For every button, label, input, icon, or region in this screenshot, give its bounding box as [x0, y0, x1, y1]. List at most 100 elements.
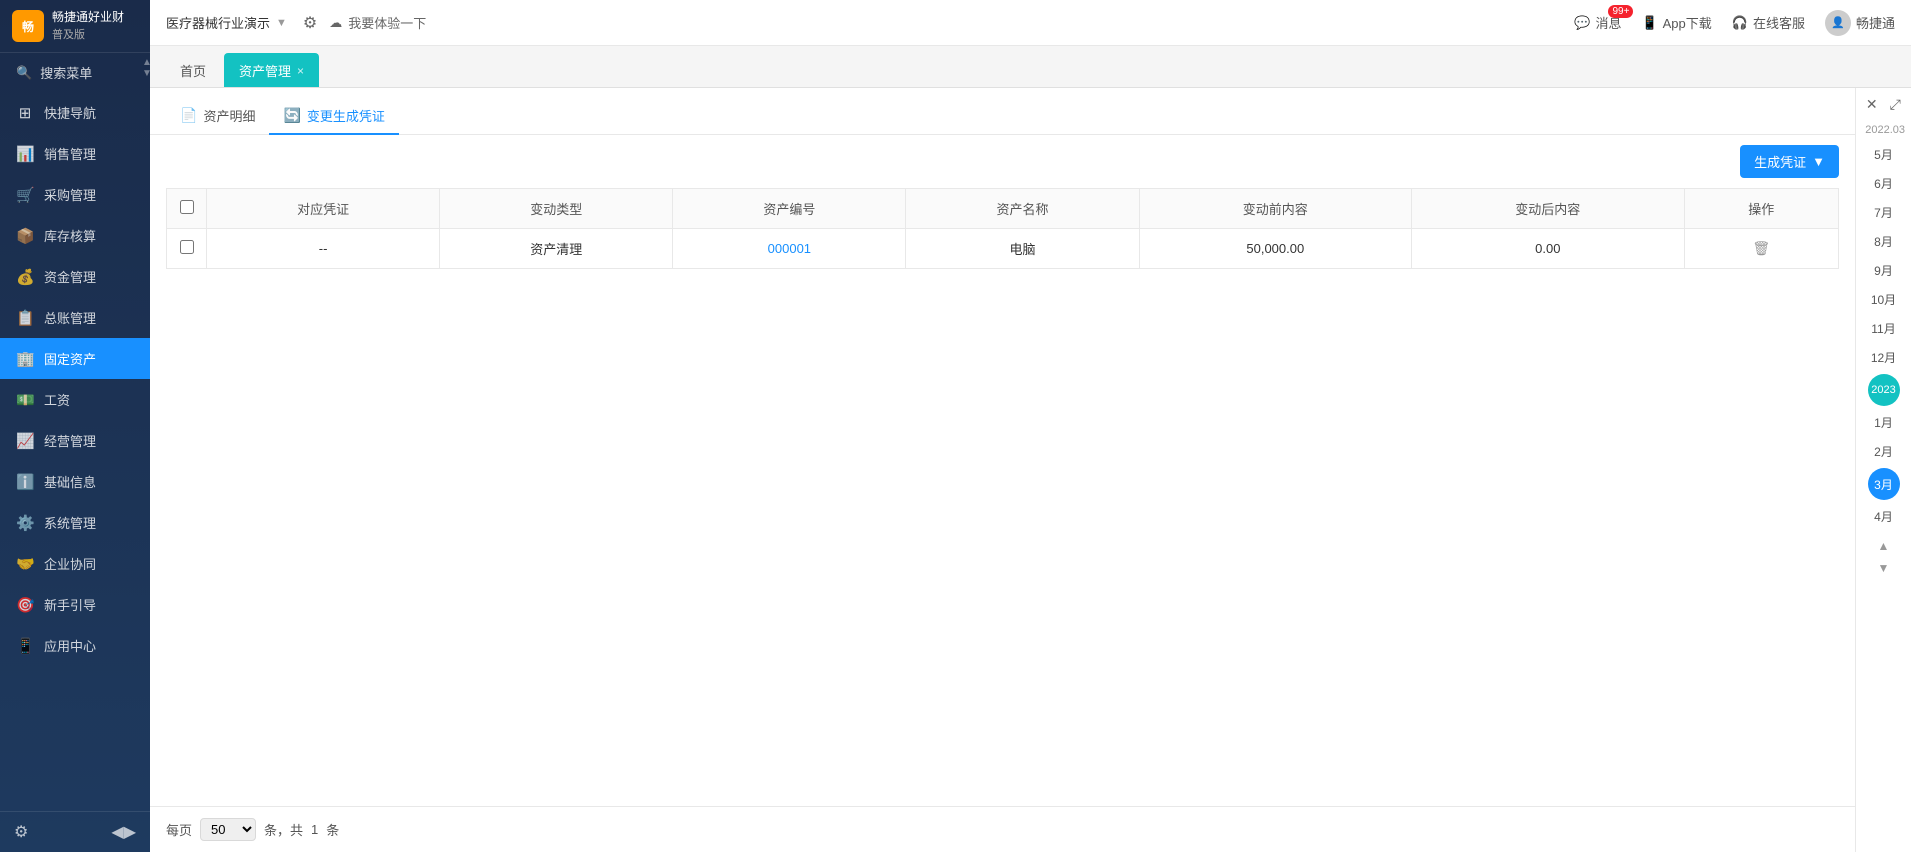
avatar-icon: 👤 — [1831, 16, 1845, 29]
sidebar-scroll-up[interactable]: ▲ — [142, 57, 152, 68]
row-after: 0.00 — [1412, 229, 1684, 269]
sidebar-bottom: ⚙ ◀▶ — [0, 811, 150, 852]
col-header-asset-code: 资产编号 — [673, 189, 906, 229]
customer-service-btn[interactable]: 🎧 在线客服 — [1732, 13, 1805, 32]
select-all-checkbox[interactable] — [180, 200, 194, 214]
month-2022-08[interactable]: 8月 — [1856, 227, 1911, 256]
per-page-label: 每页 — [166, 820, 192, 839]
col-header-voucher: 对应凭证 — [207, 189, 440, 229]
sidebar-item-payroll[interactable]: 💵 工资 — [0, 379, 150, 420]
month-2023-01[interactable]: 1月 — [1856, 408, 1911, 437]
customer-service-label: 在线客服 — [1753, 13, 1805, 32]
sidebar: 畅 畅捷通好业财 普及版 ▲ ▼ 🔍 搜索菜单 ⊞ 快捷导航 📊 销售管理 🛒 … — [0, 0, 150, 852]
tab-asset-mgmt[interactable]: 资产管理 × — [224, 53, 319, 87]
sidebar-search[interactable]: 🔍 搜索菜单 — [0, 53, 150, 92]
user-profile-btn[interactable]: 👤 畅捷通 — [1825, 10, 1895, 36]
asset-detail-icon: 📄 — [180, 107, 197, 124]
month-2022-06[interactable]: 6月 — [1856, 169, 1911, 198]
row-voucher: -- — [207, 229, 440, 269]
sidebar-item-purchase[interactable]: 🛒 采购管理 — [0, 174, 150, 215]
sidebar-scroll-down[interactable]: ▼ — [142, 68, 152, 79]
payroll-icon: 💵 — [16, 391, 34, 409]
messages-btn[interactable]: 💬 消息 99+ — [1574, 13, 1621, 32]
company-selector[interactable]: 医疗器械行业演示 ▼ — [166, 13, 287, 32]
sidebar-item-label: 固定资产 — [44, 349, 96, 368]
panel-close-button[interactable]: ✕ — [1862, 94, 1882, 114]
sidebar-item-app-center[interactable]: 📱 应用中心 — [0, 625, 150, 666]
sidebar-item-label: 销售管理 — [44, 144, 96, 163]
logo-icon: 畅 — [12, 10, 44, 42]
quick-nav-icon: ⊞ — [16, 104, 34, 122]
username: 畅捷通 — [1856, 13, 1895, 32]
month-2022-12[interactable]: 12月 — [1856, 343, 1911, 372]
sidebar-item-label: 经营管理 — [44, 431, 96, 450]
app-title: 畅捷通好业财 — [52, 10, 124, 26]
company-chevron-icon: ▼ — [276, 17, 287, 29]
sidebar-item-fixed-assets[interactable]: 🏢 固定资产 — [0, 338, 150, 379]
tab-home[interactable]: 首页 — [166, 53, 220, 87]
sidebar-nav: ⊞ 快捷导航 📊 销售管理 🛒 采购管理 📦 库存核算 💰 资金管理 📋 总账管… — [0, 92, 150, 811]
search-icon: 🔍 — [16, 65, 32, 81]
row-checkbox[interactable] — [180, 240, 194, 254]
sidebar-item-inventory[interactable]: 📦 库存核算 — [0, 215, 150, 256]
sidebar-item-system[interactable]: ⚙️ 系统管理 — [0, 502, 150, 543]
sub-tab-asset-detail-label: 资产明细 — [203, 106, 255, 125]
sidebar-item-quick-nav[interactable]: ⊞ 快捷导航 — [0, 92, 150, 133]
sub-tab-voucher-label: 变更生成凭证 — [307, 106, 385, 125]
month-2023-03[interactable]: 3月 — [1868, 468, 1900, 500]
download-icon: 📱 — [1641, 15, 1657, 31]
sidebar-item-ledger[interactable]: 📋 总账管理 — [0, 297, 150, 338]
tab-close-icon[interactable]: × — [297, 64, 304, 78]
system-icon: ⚙️ — [16, 514, 34, 532]
demo-link[interactable]: ☁ 我要体验一下 — [329, 13, 426, 32]
company-settings-icon[interactable]: ⚙ — [303, 13, 317, 33]
month-2022-10[interactable]: 10月 — [1856, 285, 1911, 314]
operations-icon: 📈 — [16, 432, 34, 450]
month-2022-07[interactable]: 7月 — [1856, 198, 1911, 227]
month-2023-02[interactable]: 2月 — [1856, 437, 1911, 466]
sidebar-item-label: 新手引导 — [44, 595, 96, 614]
data-table: 对应凭证 变动类型 资产编号 资产名称 — [166, 188, 1839, 269]
sidebar-item-fund[interactable]: 💰 资金管理 — [0, 256, 150, 297]
pagination: 每页 10 20 50 100 条，共 1 条 — [150, 806, 1855, 852]
row-change-type: 资产清理 — [440, 229, 673, 269]
sub-tabs: 📄 资产明细 🔄 变更生成凭证 — [150, 88, 1855, 135]
sidebar-item-operations[interactable]: 📈 经营管理 — [0, 420, 150, 461]
voucher-gen-icon: 🔄 — [283, 107, 300, 124]
sidebar-item-enterprise[interactable]: 🤝 企业协同 — [0, 543, 150, 584]
sidebar-item-label: 快捷导航 — [44, 103, 96, 122]
sidebar-item-label: 资金管理 — [44, 267, 96, 286]
date-panel: ✕ ⤢ 2022.03 5月 6月 7月 8月 9月 10月 11月 12月 2… — [1855, 88, 1911, 852]
col-header-change-type: 变动类型 — [440, 189, 673, 229]
home-label: 首页 — [180, 61, 206, 80]
logo-text-block: 畅捷通好业财 普及版 — [52, 10, 124, 42]
demo-icon: ☁ — [329, 15, 342, 31]
panel-scroll-down-arrow[interactable]: ▼ — [1874, 557, 1894, 579]
sidebar-item-label: 采购管理 — [44, 185, 96, 204]
sub-tab-voucher-gen[interactable]: 🔄 变更生成凭证 — [269, 98, 398, 135]
row-asset-name: 电脑 — [906, 229, 1139, 269]
table-row: -- 资产清理 000001 电脑 50,000.00 0.00 🗑 — [167, 229, 1839, 269]
sub-tab-asset-detail[interactable]: 📄 资产明细 — [166, 98, 269, 135]
sidebar-item-sales[interactable]: 📊 销售管理 — [0, 133, 150, 174]
month-2022-05[interactable]: 5月 — [1856, 140, 1911, 169]
month-2022-09[interactable]: 9月 — [1856, 256, 1911, 285]
panel-expand-button[interactable]: ⤢ — [1886, 94, 1906, 114]
year-2023-marker[interactable]: 2023 — [1868, 374, 1900, 406]
app-download-btn[interactable]: 📱 App下载 — [1641, 13, 1711, 32]
panel-scroll-up-arrow[interactable]: ▲ — [1874, 535, 1894, 557]
delete-icon[interactable]: 🗑 — [1752, 240, 1770, 256]
month-2022-11[interactable]: 11月 — [1856, 314, 1911, 343]
month-2023-04[interactable]: 4月 — [1856, 502, 1911, 531]
generate-dropdown-icon: ▼ — [1812, 154, 1825, 169]
app-center-icon: 📱 — [16, 637, 34, 655]
sidebar-item-guide[interactable]: 🎯 新手引导 — [0, 584, 150, 625]
guide-icon: 🎯 — [16, 596, 34, 614]
generate-voucher-button[interactable]: 生成凭证 ▼ — [1740, 145, 1839, 178]
sidebar-item-basic-info[interactable]: ℹ️ 基础信息 — [0, 461, 150, 502]
per-page-select[interactable]: 10 20 50 100 — [200, 818, 256, 841]
settings-icon[interactable]: ⚙ — [14, 822, 28, 842]
tabbar: 首页 资产管理 × — [150, 46, 1911, 88]
collapse-icon[interactable]: ◀▶ — [111, 822, 136, 842]
total-unit: 条 — [326, 820, 339, 839]
